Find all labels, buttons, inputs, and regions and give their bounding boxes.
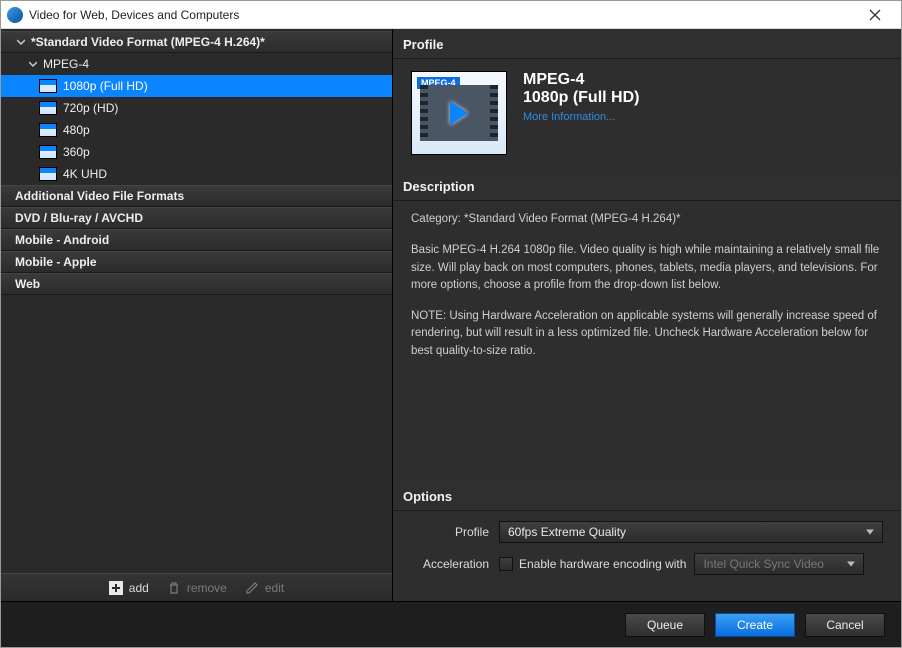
tree-item-label: 360p — [63, 145, 90, 159]
acceleration-encoder-value: Intel Quick Sync Video — [703, 557, 824, 571]
profile-select-value: 60fps Extreme Quality — [508, 525, 626, 539]
sidebar-toolbar: add remove edit — [1, 573, 392, 601]
acceleration-row: Acceleration Enable hardware encoding wi… — [411, 553, 883, 575]
create-button[interactable]: Create — [715, 613, 795, 637]
description-para-2: NOTE: Using Hardware Acceleration on app… — [411, 308, 883, 360]
tree-cat-label: Mobile - Apple — [15, 255, 97, 269]
mpeg4-icon — [39, 145, 57, 159]
close-icon — [869, 9, 881, 21]
tree-cat-additional[interactable]: Additional Video File Formats — [1, 185, 392, 207]
tree-item-1080p[interactable]: 1080p (Full HD) — [1, 75, 392, 97]
mpeg4-icon — [39, 123, 57, 137]
create-label: Create — [737, 618, 773, 632]
profile-body: MPEG-4 MPEG-4 1080p (Full HD) More Infor… — [393, 59, 901, 171]
tree-cat-label: *Standard Video Format (MPEG-4 H.264)* — [31, 35, 265, 49]
tree-item-4kuhd[interactable]: 4K UHD — [1, 163, 392, 185]
footer: Queue Create Cancel — [1, 601, 901, 647]
play-icon — [450, 101, 468, 125]
mpeg4-icon — [39, 101, 57, 115]
content-body: *Standard Video Format (MPEG-4 H.264)* M… — [1, 29, 901, 601]
profile-option-row: Profile 60fps Extreme Quality — [411, 521, 883, 543]
options-header: Options — [393, 481, 901, 511]
cancel-label: Cancel — [826, 618, 863, 632]
tree-group-mpeg4[interactable]: MPEG-4 — [1, 53, 392, 75]
tree-cat-android[interactable]: Mobile - Android — [1, 229, 392, 251]
profile-text: MPEG-4 1080p (Full HD) More Information.… — [523, 71, 639, 125]
profile-quality: 1080p (Full HD) — [523, 89, 639, 107]
tree-cat-label: Web — [15, 277, 40, 291]
titlebar: Video for Web, Devices and Computers — [1, 1, 901, 29]
edit-label: edit — [265, 581, 284, 595]
more-info-link[interactable]: More Information... — [523, 111, 615, 123]
tree-cat-apple[interactable]: Mobile - Apple — [1, 251, 392, 273]
pencil-icon — [245, 581, 259, 595]
close-button[interactable] — [855, 1, 895, 29]
add-button[interactable]: add — [109, 581, 149, 595]
acceleration-encoder-select[interactable]: Intel Quick Sync Video — [694, 553, 864, 575]
window: Video for Web, Devices and Computers *St… — [0, 0, 902, 648]
profile-select[interactable]: 60fps Extreme Quality — [499, 521, 883, 543]
acceleration-checkbox-label: Enable hardware encoding with — [519, 557, 686, 571]
remove-button[interactable]: remove — [167, 581, 227, 595]
tree-item-label: 4K UHD — [63, 167, 107, 181]
tree-cat-dvd[interactable]: DVD / Blu-ray / AVCHD — [1, 207, 392, 229]
profile-header: Profile — [393, 29, 901, 59]
format-tree[interactable]: *Standard Video Format (MPEG-4 H.264)* M… — [1, 29, 392, 573]
queue-button[interactable]: Queue — [625, 613, 705, 637]
queue-label: Queue — [647, 618, 683, 632]
tree-item-label: 480p — [63, 123, 90, 137]
tree-cat-web[interactable]: Web — [1, 273, 392, 295]
sidebar: *Standard Video Format (MPEG-4 H.264)* M… — [1, 29, 393, 601]
tree-item-480p[interactable]: 480p — [1, 119, 392, 141]
chevron-down-icon — [27, 58, 39, 70]
tree-cat-label: DVD / Blu-ray / AVCHD — [15, 211, 143, 225]
description-para-1: Basic MPEG-4 H.264 1080p file. Video qua… — [411, 242, 883, 294]
acceleration-label: Acceleration — [411, 557, 489, 571]
description-body: Category: *Standard Video Format (MPEG-4… — [393, 201, 901, 386]
tree-item-label: 1080p (Full HD) — [63, 79, 148, 93]
profile-thumbnail: MPEG-4 — [411, 71, 507, 155]
acceleration-checkbox[interactable] — [499, 557, 513, 571]
description-header: Description — [393, 171, 901, 201]
chevron-down-icon — [15, 36, 27, 48]
tree-cat-label: Mobile - Android — [15, 233, 109, 247]
plus-icon — [109, 581, 123, 595]
tree-item-720p[interactable]: 720p (HD) — [1, 97, 392, 119]
tree-cat-standard[interactable]: *Standard Video Format (MPEG-4 H.264)* — [1, 31, 392, 53]
profile-option-label: Profile — [411, 525, 489, 539]
film-icon — [428, 85, 490, 141]
description-category: Category: *Standard Video Format (MPEG-4… — [411, 211, 883, 228]
edit-button[interactable]: edit — [245, 581, 284, 595]
mpeg4-icon — [39, 167, 57, 181]
profile-name: MPEG-4 — [523, 71, 639, 89]
cancel-button[interactable]: Cancel — [805, 613, 885, 637]
tree-item-label: 720p (HD) — [63, 101, 118, 115]
tree-item-360p[interactable]: 360p — [1, 141, 392, 163]
options-body: Profile 60fps Extreme Quality Accelerati… — [393, 511, 901, 601]
main-panel: Profile MPEG-4 MPEG-4 1080p (Full HD) Mo… — [393, 29, 901, 601]
tree-group-label: MPEG-4 — [43, 57, 89, 71]
add-label: add — [129, 581, 149, 595]
app-icon — [7, 7, 23, 23]
trash-icon — [167, 581, 181, 595]
mpeg4-icon — [39, 79, 57, 93]
window-title: Video for Web, Devices and Computers — [29, 8, 239, 22]
tree-cat-label: Additional Video File Formats — [15, 189, 184, 203]
remove-label: remove — [187, 581, 227, 595]
